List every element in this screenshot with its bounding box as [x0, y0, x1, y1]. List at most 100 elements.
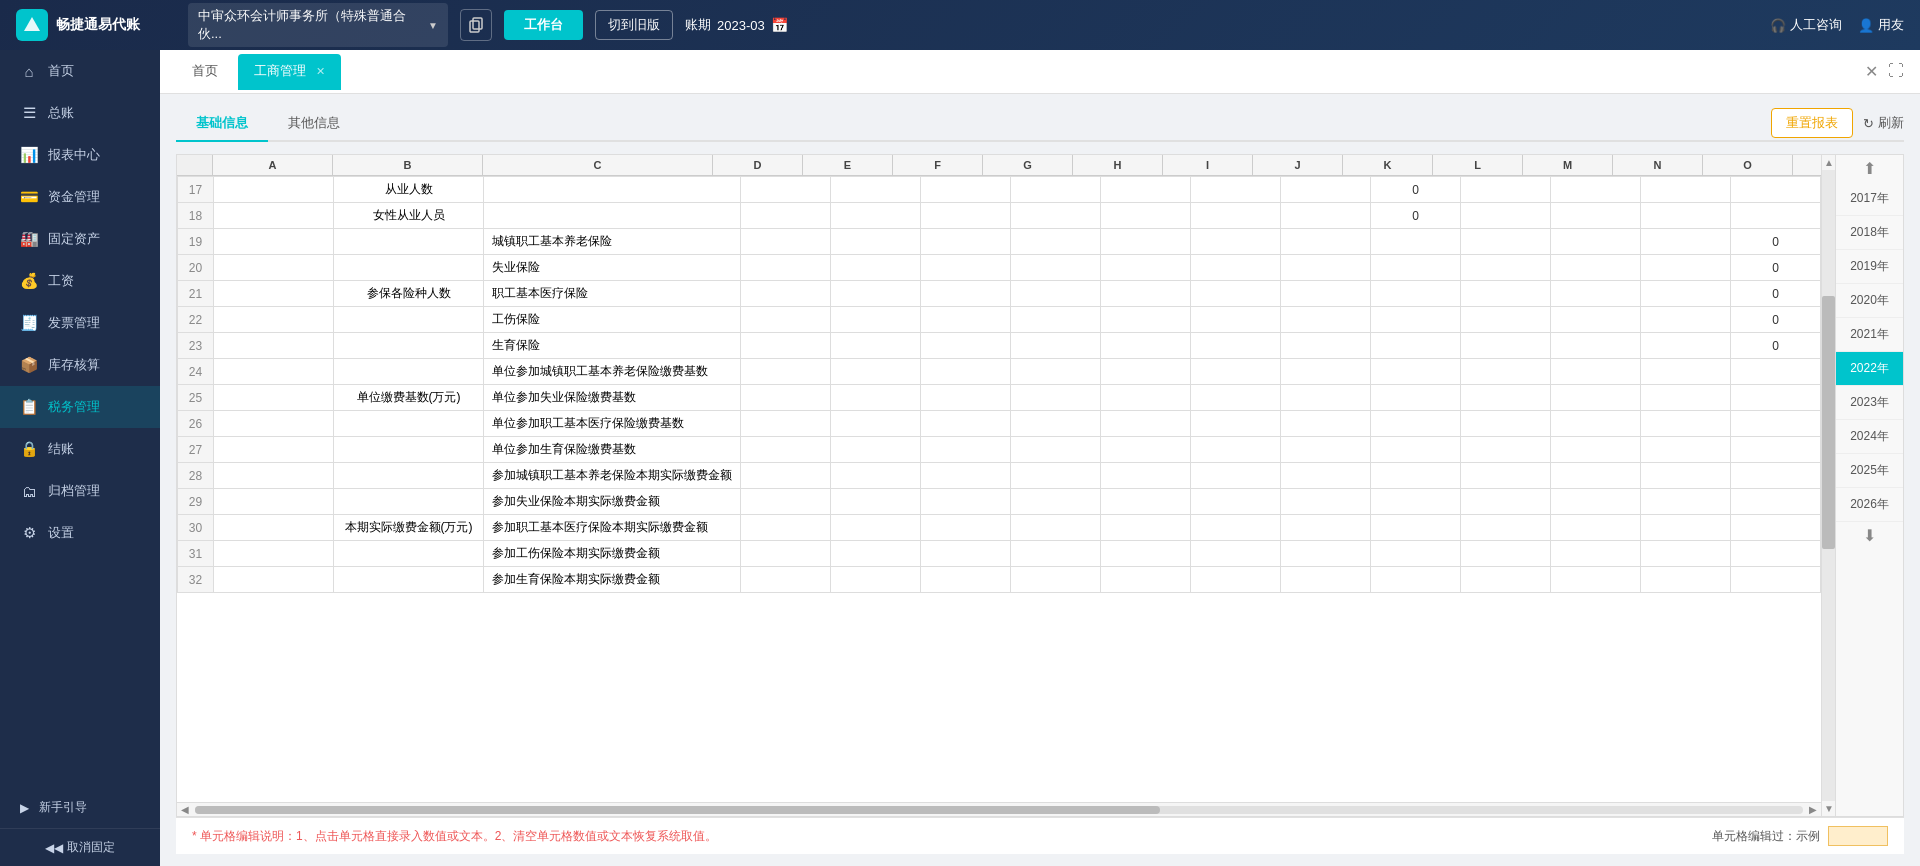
cell-20-K[interactable] [1371, 255, 1461, 281]
cell-22-C[interactable]: 工伤保险 [484, 307, 741, 333]
cell-24-B[interactable] [334, 359, 484, 385]
cell-30-C[interactable]: 参加职工基本医疗保险本期实际缴费金额 [484, 515, 741, 541]
cell-21-A[interactable] [214, 281, 334, 307]
year-item-2020[interactable]: 2020年 [1836, 284, 1903, 318]
cell-24-G[interactable] [1011, 359, 1101, 385]
cell-18-C[interactable] [484, 203, 741, 229]
cell-23-E[interactable] [831, 333, 921, 359]
cell-24-J[interactable] [1281, 359, 1371, 385]
cell-28-H[interactable] [1101, 463, 1191, 489]
cell-31-K[interactable] [1371, 541, 1461, 567]
cell-18-O[interactable] [1731, 203, 1821, 229]
cell-27-F[interactable] [921, 437, 1011, 463]
cell-23-G[interactable] [1011, 333, 1101, 359]
cell-29-G[interactable] [1011, 489, 1101, 515]
cell-31-L[interactable] [1461, 541, 1551, 567]
cancel-fixed-button[interactable]: ◀◀ 取消固定 [0, 828, 160, 866]
sidebar-item-inventory[interactable]: 📦 库存核算 [0, 344, 160, 386]
sidebar-item-reports[interactable]: 📊 报表中心 [0, 134, 160, 176]
cell-25-G[interactable] [1011, 385, 1101, 411]
cell-31-N[interactable] [1641, 541, 1731, 567]
cell-20-C[interactable]: 失业保险 [484, 255, 741, 281]
year-item-2021[interactable]: 2021年 [1836, 318, 1903, 352]
cell-24-F[interactable] [921, 359, 1011, 385]
cell-24-C[interactable]: 单位参加城镇职工基本养老保险缴费基数 [484, 359, 741, 385]
cell-26-L[interactable] [1461, 411, 1551, 437]
workbench-button[interactable]: 工作台 [504, 10, 583, 40]
cell-19-M[interactable] [1551, 229, 1641, 255]
year-nav-up[interactable]: ⬆ [1836, 155, 1903, 182]
cell-28-D[interactable] [741, 463, 831, 489]
cell-20-B[interactable] [334, 255, 484, 281]
year-item-2026[interactable]: 2026年 [1836, 488, 1903, 522]
cell-25-C[interactable]: 单位参加失业保险缴费基数 [484, 385, 741, 411]
cell-24-N[interactable] [1641, 359, 1731, 385]
cell-30-D[interactable] [741, 515, 831, 541]
scroll-right-button[interactable]: ▶ [1805, 804, 1821, 815]
sub-tab-other[interactable]: 其他信息 [268, 106, 360, 142]
cell-24-H[interactable] [1101, 359, 1191, 385]
cell-27-O[interactable] [1731, 437, 1821, 463]
cell-25-E[interactable] [831, 385, 921, 411]
cell-28-F[interactable] [921, 463, 1011, 489]
cell-24-E[interactable] [831, 359, 921, 385]
cell-26-B[interactable] [334, 411, 484, 437]
scroll-thumb[interactable] [195, 806, 1160, 814]
cell-28-L[interactable] [1461, 463, 1551, 489]
cell-32-O[interactable] [1731, 567, 1821, 593]
sidebar-item-invoice[interactable]: 🧾 发票管理 [0, 302, 160, 344]
cell-29-C[interactable]: 参加失业保险本期实际缴费金额 [484, 489, 741, 515]
cell-32-J[interactable] [1281, 567, 1371, 593]
scroll-down-button[interactable]: ▼ [1822, 801, 1835, 816]
cell-26-C[interactable]: 单位参加职工基本医疗保险缴费基数 [484, 411, 741, 437]
cell-28-M[interactable] [1551, 463, 1641, 489]
cell-30-I[interactable] [1191, 515, 1281, 541]
cell-19-D[interactable] [741, 229, 831, 255]
cell-32-E[interactable] [831, 567, 921, 593]
year-item-2024[interactable]: 2024年 [1836, 420, 1903, 454]
cell-21-J[interactable] [1281, 281, 1371, 307]
cell-25-O[interactable] [1731, 385, 1821, 411]
cell-17-M[interactable] [1551, 177, 1641, 203]
cell-30-M[interactable] [1551, 515, 1641, 541]
cell-27-N[interactable] [1641, 437, 1731, 463]
cell-27-K[interactable] [1371, 437, 1461, 463]
cell-17-C[interactable] [484, 177, 741, 203]
maximize-icon[interactable]: ⛶ [1888, 62, 1904, 81]
cell-25-K[interactable] [1371, 385, 1461, 411]
cell-31-H[interactable] [1101, 541, 1191, 567]
cell-23-L[interactable] [1461, 333, 1551, 359]
cell-26-I[interactable] [1191, 411, 1281, 437]
cell-22-L[interactable] [1461, 307, 1551, 333]
cell-22-M[interactable] [1551, 307, 1641, 333]
close-window-icon[interactable]: ✕ [1865, 62, 1878, 81]
cell-31-I[interactable] [1191, 541, 1281, 567]
cell-31-D[interactable] [741, 541, 831, 567]
cell-30-H[interactable] [1101, 515, 1191, 541]
cell-31-E[interactable] [831, 541, 921, 567]
cell-18-N[interactable] [1641, 203, 1731, 229]
cell-21-G[interactable] [1011, 281, 1101, 307]
sidebar-item-guide[interactable]: ▶ 新手引导 [0, 787, 160, 828]
cell-24-O[interactable] [1731, 359, 1821, 385]
cell-29-J[interactable] [1281, 489, 1371, 515]
cell-19-C[interactable]: 城镇职工基本养老保险 [484, 229, 741, 255]
cell-19-E[interactable] [831, 229, 921, 255]
cell-24-M[interactable] [1551, 359, 1641, 385]
year-nav-down[interactable]: ⬇ [1836, 522, 1903, 549]
cell-27-M[interactable] [1551, 437, 1641, 463]
cell-25-B[interactable]: 单位缴费基数(万元) [334, 385, 484, 411]
cell-25-H[interactable] [1101, 385, 1191, 411]
cell-30-A[interactable] [214, 515, 334, 541]
cell-28-I[interactable] [1191, 463, 1281, 489]
cell-26-J[interactable] [1281, 411, 1371, 437]
cell-23-F[interactable] [921, 333, 1011, 359]
cell-28-J[interactable] [1281, 463, 1371, 489]
cell-28-B[interactable] [334, 463, 484, 489]
cell-27-G[interactable] [1011, 437, 1101, 463]
tab-commerce[interactable]: 工商管理 ✕ [238, 54, 341, 90]
cell-30-L[interactable] [1461, 515, 1551, 541]
cell-17-L[interactable] [1461, 177, 1551, 203]
cell-32-B[interactable] [334, 567, 484, 593]
year-item-2023[interactable]: 2023年 [1836, 386, 1903, 420]
